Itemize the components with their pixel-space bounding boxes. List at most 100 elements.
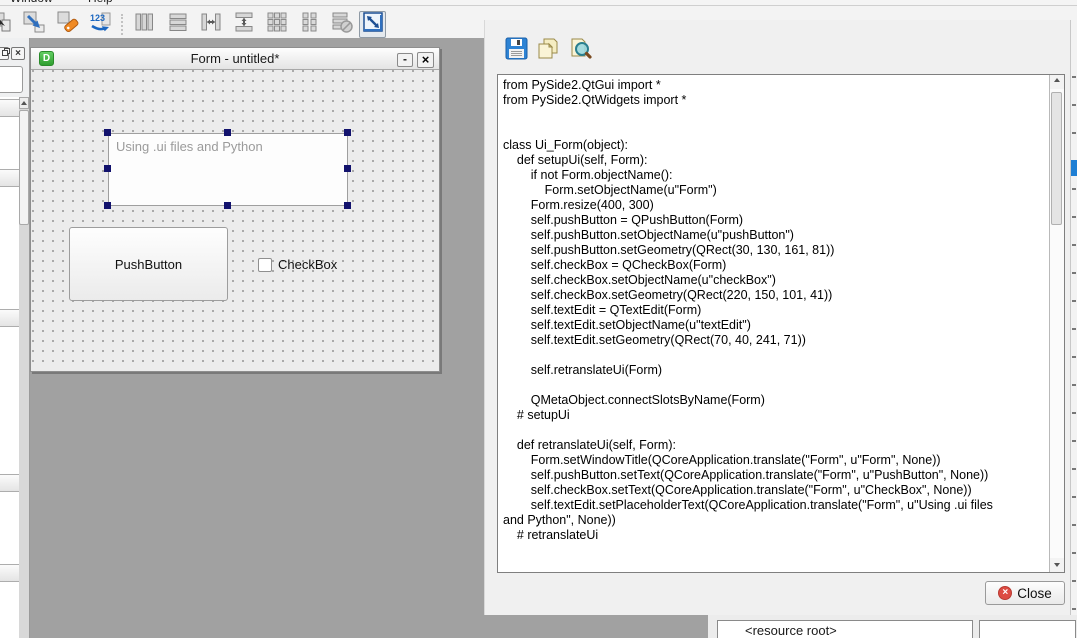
layout-form-button[interactable]: [296, 11, 323, 38]
form-minimize-button[interactable]: -: [397, 53, 413, 67]
layout-horizontal-splitter-icon: [199, 10, 223, 39]
code-line: self.textEdit = QTextEdit(Form): [503, 303, 1048, 318]
menu-window[interactable]: Window: [10, 0, 53, 5]
save-icon: [505, 48, 529, 65]
textedit-widget[interactable]: Using .ui files and Python: [108, 133, 348, 206]
code-line: # setupUi: [503, 408, 1048, 423]
code-line: def setupUi(self, Form):: [503, 153, 1048, 168]
resource-root-item[interactable]: <resource root>: [745, 623, 837, 638]
pushbutton-widget[interactable]: PushButton: [69, 227, 228, 301]
form-window-title: Form - untitled*: [31, 51, 439, 66]
widget-filter-input[interactable]: [0, 66, 23, 93]
code-line: self.checkBox.setGeometry(QRect(220, 150…: [503, 288, 1048, 303]
edit-tab-order-button[interactable]: 123: [86, 11, 113, 38]
selection-handle-mid-left[interactable]: [104, 165, 111, 172]
selection-handle-top-right[interactable]: [344, 129, 351, 136]
edit-signals-slots-icon: [22, 10, 46, 39]
dock-float-button[interactable]: [0, 47, 9, 60]
code-line: self.textEdit.setGeometry(QRect(70, 40, …: [503, 333, 1048, 348]
selection-handle-bottom-right[interactable]: [344, 202, 351, 209]
resource-tree-panel[interactable]: <resource root>: [717, 620, 973, 638]
code-line: class Ui_Form(object):: [503, 138, 1048, 153]
form-close-button[interactable]: ×: [417, 52, 434, 68]
break-layout-button[interactable]: [328, 11, 355, 38]
code-line: self.pushButton.setText(QCoreApplication…: [503, 468, 1048, 483]
code-line: self.textEdit.setPlaceholderText(QCoreAp…: [503, 498, 1048, 513]
selection-handle-bottom-mid[interactable]: [224, 202, 231, 209]
edit-signals-slots-button[interactable]: [20, 11, 47, 38]
form-editor-window: D Form - untitled* - × Using .ui files a…: [30, 47, 440, 372]
code-text: from PySide2.QtGui import *from PySide2.…: [503, 78, 1048, 543]
code-line: from PySide2.QtGui import *: [503, 78, 1048, 93]
edit-widgets-icon: [0, 10, 12, 39]
code-line: [503, 108, 1048, 123]
widget-box-dock: ×: [0, 38, 30, 638]
code-line: [503, 423, 1048, 438]
widget-box-scrollbar-thumb[interactable]: [19, 110, 29, 225]
code-line: Form.setWindowTitle(QCoreApplication.tra…: [503, 453, 1048, 468]
checkbox-label: CheckBox: [278, 257, 337, 272]
save-button[interactable]: [505, 37, 529, 61]
dock-close-button[interactable]: ×: [11, 47, 25, 60]
widget-box-list[interactable]: [0, 97, 19, 638]
code-line: [503, 378, 1048, 393]
layout-grid-button[interactable]: [263, 11, 290, 38]
break-layout-icon: [330, 10, 354, 39]
code-line: self.textEdit.setObjectName(u"textEdit"): [503, 318, 1048, 333]
code-line: self.retranslateUi(Form): [503, 363, 1048, 378]
code-line: self.checkBox = QCheckBox(Form): [503, 258, 1048, 273]
svg-text:123: 123: [90, 13, 105, 23]
layout-vertically-button[interactable]: [164, 11, 191, 38]
code-line: Form.setObjectName(u"Form"): [503, 183, 1048, 198]
toolbar-separator: [121, 14, 123, 35]
adjust-size-button[interactable]: [359, 11, 386, 38]
code-line: self.pushButton = QPushButton(Form): [503, 213, 1048, 228]
layout-horizontal-splitter-button[interactable]: [197, 11, 224, 38]
scroll-up-arrow-icon[interactable]: [19, 97, 29, 109]
find-icon: [569, 48, 593, 65]
code-viewer[interactable]: from PySide2.QtGui import *from PySide2.…: [497, 74, 1065, 573]
tree-row-ticks: [1072, 50, 1076, 610]
layout-vertical-splitter-icon: [232, 10, 256, 39]
close-x-icon: ×: [998, 586, 1012, 600]
copy-button[interactable]: [536, 37, 560, 61]
close-button[interactable]: × Close: [985, 581, 1065, 605]
selection-handle-bottom-left[interactable]: [104, 202, 111, 209]
scroll-up-arrow-icon[interactable]: [1050, 75, 1064, 89]
edit-tab-order-icon: 123: [88, 10, 112, 39]
code-scrollbar-thumb[interactable]: [1051, 92, 1062, 225]
code-line: Form.resize(400, 300): [503, 198, 1048, 213]
code-vertical-scrollbar[interactable]: [1049, 75, 1064, 572]
menu-help[interactable]: Help: [88, 0, 113, 5]
code-line: from PySide2.QtWidgets import *: [503, 93, 1048, 108]
edit-buddies-button[interactable]: [54, 11, 81, 38]
layout-horizontally-button[interactable]: [130, 11, 157, 38]
selected-row-indicator: [1071, 160, 1077, 176]
code-line: QMetaObject.connectSlotsByName(Form): [503, 393, 1048, 408]
layout-vertical-splitter-button[interactable]: [230, 11, 257, 38]
right-dock-sliver: [1070, 20, 1077, 638]
widget-box-scrollbar[interactable]: [19, 97, 29, 638]
scroll-down-arrow-icon[interactable]: [1050, 558, 1064, 572]
code-line: # retranslateUi: [503, 528, 1048, 543]
code-line: if not Form.objectName():: [503, 168, 1048, 183]
code-line: self.checkBox.setObjectName(u"checkBox"): [503, 273, 1048, 288]
selection-handle-top-left[interactable]: [104, 129, 111, 136]
find-button[interactable]: [569, 37, 593, 61]
edit-buddies-icon: [56, 10, 80, 39]
layout-grid-icon: [265, 10, 289, 39]
form-titlebar[interactable]: D Form - untitled* - ×: [31, 48, 439, 70]
close-button-label: Close: [1017, 586, 1052, 601]
layout-horizontally-icon: [132, 10, 156, 39]
code-line: self.pushButton.setGeometry(QRect(30, 13…: [503, 243, 1048, 258]
checkbox-widget[interactable]: CheckBox: [258, 257, 337, 272]
edit-widgets-button[interactable]: [0, 11, 13, 38]
selection-handle-top-mid[interactable]: [224, 129, 231, 136]
selection-handle-mid-right[interactable]: [344, 165, 351, 172]
code-line: [503, 348, 1048, 363]
form-canvas-grid[interactable]: Using .ui files and Python PushButton Ch…: [32, 70, 438, 370]
code-line: self.checkBox.setText(QCoreApplication.t…: [503, 483, 1048, 498]
checkbox-indicator[interactable]: [258, 258, 272, 272]
resource-detail-panel[interactable]: [979, 620, 1076, 638]
code-line: [503, 123, 1048, 138]
